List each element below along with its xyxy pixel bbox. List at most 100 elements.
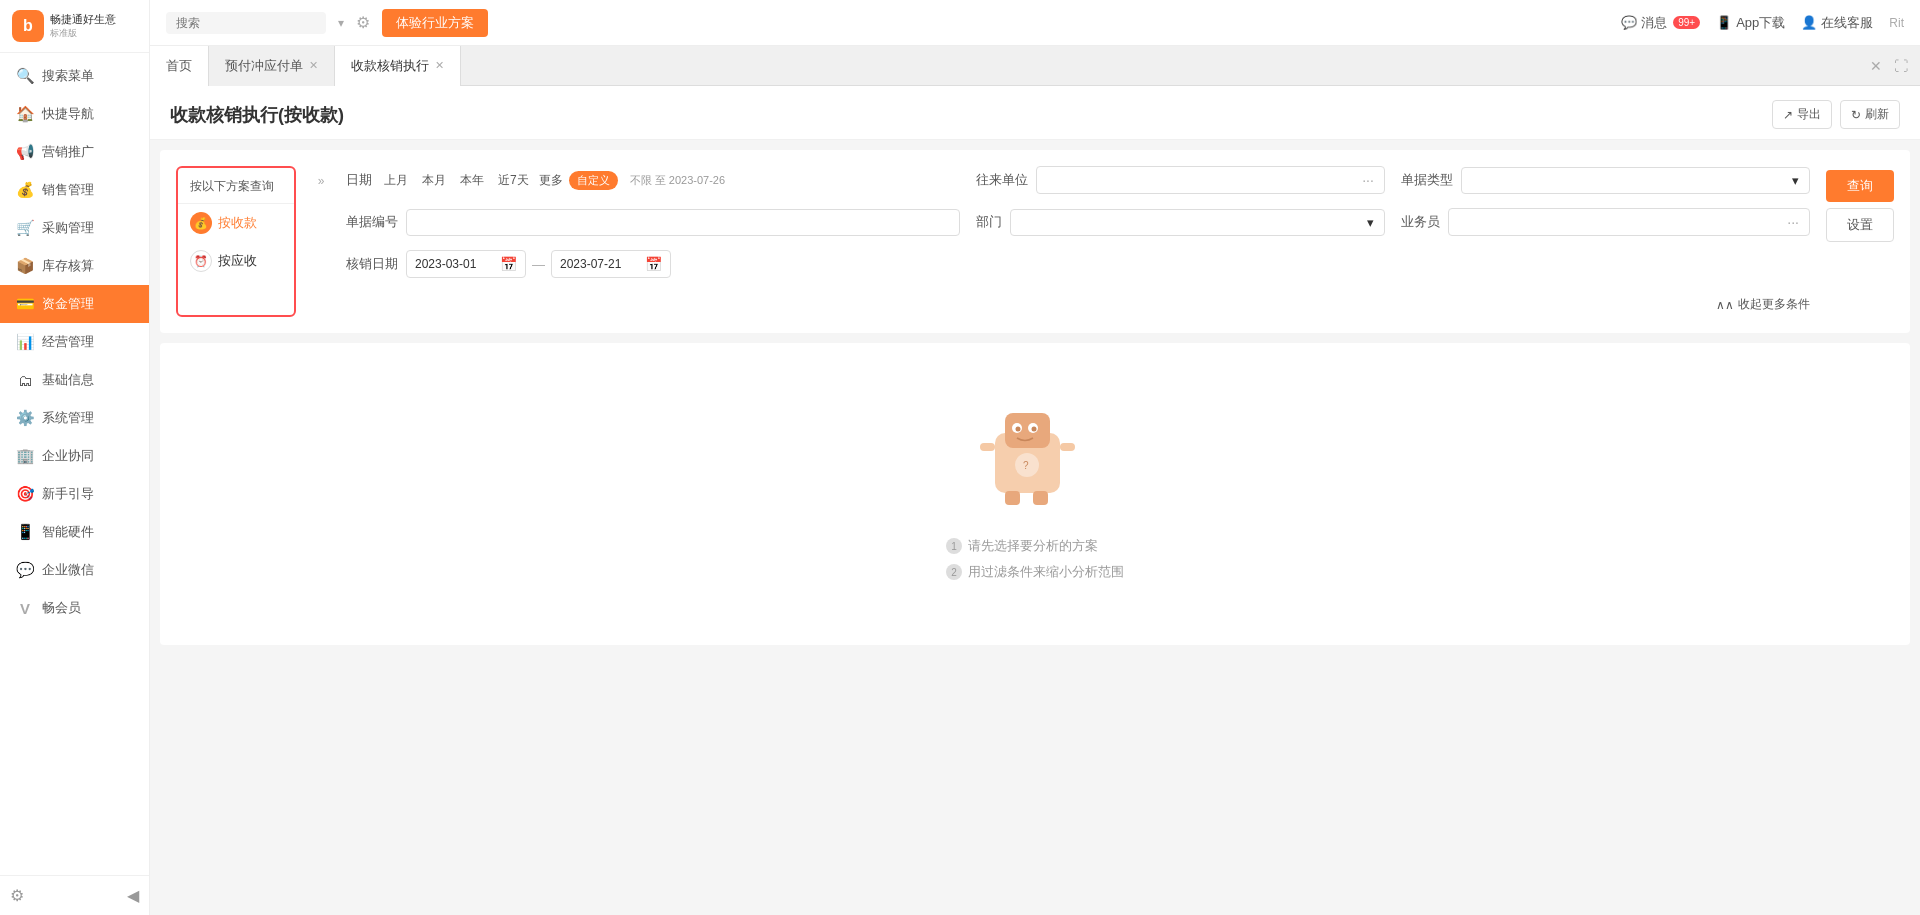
doc-type-select[interactable]: ▾ — [1461, 167, 1810, 194]
chevron-down-dept-icon: ▾ — [1367, 215, 1374, 230]
filter-sidebar-collapse[interactable]: » — [312, 174, 330, 188]
filter-option-by-receipt[interactable]: 💰 按收款 — [178, 204, 294, 242]
svg-rect-9 — [1033, 491, 1048, 505]
app-name: 畅捷通好生意 — [50, 12, 116, 26]
sidebar-settings-icon[interactable]: ⚙ — [10, 886, 24, 905]
search-input[interactable] — [166, 12, 326, 34]
basic-info-icon: 🗂 — [16, 372, 34, 389]
search-icon: 🔍 — [16, 67, 34, 85]
topbar-right: 💬 消息 99+ 📱 App下载 👤 在线客服 Rit — [1621, 14, 1904, 32]
counterpart-label: 往来单位 — [976, 171, 1028, 189]
employee-dots-icon[interactable]: ··· — [1787, 214, 1799, 230]
sidebar-nav: 🔍 搜索菜单 🏠 快捷导航 📢 营销推广 💰 销售管理 🛒 采购管理 📦 库存核… — [0, 53, 149, 875]
sidebar-item-operation[interactable]: 📊 经营管理 — [0, 323, 149, 361]
logo-icon: b — [12, 10, 44, 42]
message-badge: 99+ — [1673, 16, 1700, 29]
sidebar-collapse-icon[interactable]: ◀ — [127, 886, 139, 905]
sidebar-item-guide[interactable]: 🎯 新手引导 — [0, 475, 149, 513]
empty-illustration: ? — [975, 403, 1095, 513]
receipt-option-icon: 💰 — [190, 212, 212, 234]
sidebar-item-inventory[interactable]: 📦 库存核算 — [0, 247, 149, 285]
dept-select[interactable]: ▾ — [1010, 209, 1385, 236]
setting-button[interactable]: 设置 — [1826, 208, 1894, 242]
sidebar-item-enterprise[interactable]: 🏢 企业协同 — [0, 437, 149, 475]
sidebar-item-system[interactable]: ⚙️ 系统管理 — [0, 399, 149, 437]
date-custom-badge[interactable]: 自定义 — [569, 171, 618, 190]
filter-option-by-receivable[interactable]: ⏰ 按应收 — [178, 242, 294, 280]
verify-date-start[interactable]: 2023-03-01 📅 — [406, 250, 526, 278]
sidebar-item-marketing[interactable]: 📢 营销推广 — [0, 133, 149, 171]
user-name[interactable]: Rit — [1889, 16, 1904, 30]
enterprise-icon: 🏢 — [16, 447, 34, 465]
step-2-number: 2 — [946, 564, 962, 580]
tab-receipt-verify[interactable]: 收款核销执行 ✕ — [335, 46, 461, 86]
chevron-down-icon[interactable]: ▾ — [338, 16, 344, 30]
operation-icon: 📊 — [16, 333, 34, 351]
chevron-down-icon: ▾ — [1792, 173, 1799, 188]
query-button[interactable]: 查询 — [1826, 170, 1894, 202]
hardware-icon: 📱 — [16, 523, 34, 541]
doc-no-input[interactable] — [406, 209, 960, 236]
date-shortcut-this-month[interactable]: 本月 — [418, 170, 450, 191]
solution-button[interactable]: 体验行业方案 — [382, 9, 488, 37]
svg-rect-1 — [1005, 413, 1050, 448]
counterpart-input[interactable]: ··· — [1036, 166, 1385, 194]
svg-rect-7 — [1060, 443, 1075, 451]
employee-label: 业务员 — [1401, 213, 1440, 231]
empty-steps: 1 请先选择要分析的方案 2 用过滤条件来缩小分析范围 — [946, 533, 1124, 585]
sidebar-item-sales[interactable]: 💰 销售管理 — [0, 171, 149, 209]
purchase-icon: 🛒 — [16, 219, 34, 237]
verify-date-end[interactable]: 2023-07-21 📅 — [551, 250, 671, 278]
content-area: 收款核销执行(按收款) ↗ 导出 ↻ 刷新 按以下方案查询 💰 按收款 — [150, 86, 1920, 915]
sidebar-item-quick-nav[interactable]: 🏠 快捷导航 — [0, 95, 149, 133]
sidebar-item-wechat[interactable]: 💬 企业微信 — [0, 551, 149, 589]
receivable-option-icon: ⏰ — [190, 250, 212, 272]
online-service-button[interactable]: 👤 在线客服 — [1801, 14, 1873, 32]
doc-type-label: 单据类型 — [1401, 171, 1453, 189]
svg-point-4 — [1016, 427, 1021, 432]
system-icon: ⚙️ — [16, 409, 34, 427]
filter-panel: 按以下方案查询 💰 按收款 ⏰ 按应收 » 日期 — [160, 150, 1910, 333]
sidebar-item-capital[interactable]: 💳 资金管理 — [0, 285, 149, 323]
sidebar-item-hardware[interactable]: 📱 智能硬件 — [0, 513, 149, 551]
app-icon: 📱 — [1716, 15, 1732, 30]
inventory-icon: 📦 — [16, 257, 34, 275]
date-shortcut-this-year[interactable]: 本年 — [456, 170, 488, 191]
date-shortcut-7days[interactable]: 近7天 — [494, 170, 533, 191]
employee-input[interactable]: ··· — [1448, 208, 1810, 236]
filter-form: 日期 上月 本月 本年 近7天 更多 自定义 不限 至 2023-07-26 — [346, 166, 1810, 317]
tab-receipt-verify-close[interactable]: ✕ — [435, 59, 444, 72]
refresh-icon: ↻ — [1851, 108, 1861, 122]
refresh-button[interactable]: ↻ 刷新 — [1840, 100, 1900, 129]
app-download-button[interactable]: 📱 App下载 — [1716, 14, 1785, 32]
tab-prepay-close[interactable]: ✕ — [309, 59, 318, 72]
collapse-more-btn[interactable]: ∧∧ 收起更多条件 — [346, 292, 1810, 317]
date-shortcut-more[interactable]: 更多 — [539, 172, 563, 189]
message-icon: 💬 — [1621, 15, 1637, 30]
message-button[interactable]: 💬 消息 99+ — [1621, 14, 1700, 32]
sidebar-bottom: ⚙ ◀ — [0, 875, 149, 915]
tab-home[interactable]: 首页 — [150, 46, 209, 86]
expand-icon[interactable]: ⛶ — [1890, 54, 1912, 78]
employee-field: 业务员 ··· — [1401, 208, 1810, 236]
step-1-text: 请先选择要分析的方案 — [968, 533, 1098, 559]
calendar-end-icon: 📅 — [645, 256, 662, 272]
sidebar-item-member[interactable]: V 畅会员 — [0, 589, 149, 627]
sales-icon: 💰 — [16, 181, 34, 199]
sidebar-item-basic-info[interactable]: 🗂 基础信息 — [0, 361, 149, 399]
page-header-actions: ↗ 导出 ↻ 刷新 — [1772, 100, 1900, 129]
export-button[interactable]: ↗ 导出 — [1772, 100, 1832, 129]
page-title: 收款核销执行(按收款) — [170, 103, 344, 127]
counterpart-dots-icon[interactable]: ··· — [1362, 172, 1374, 188]
home-icon: 🏠 — [16, 105, 34, 123]
tabbar-actions: ✕ ⛶ — [1866, 54, 1920, 78]
date-label: 日期 — [346, 171, 372, 189]
filter-row-3: 核销日期 2023-03-01 📅 — 2023-07-21 📅 — [346, 250, 1810, 278]
svg-point-5 — [1032, 427, 1037, 432]
sidebar-item-purchase[interactable]: 🛒 采购管理 — [0, 209, 149, 247]
close-tab-icon[interactable]: ✕ — [1866, 54, 1886, 78]
date-shortcut-last-month[interactable]: 上月 — [380, 170, 412, 191]
sidebar-item-search[interactable]: 🔍 搜索菜单 — [0, 57, 149, 95]
gear-icon[interactable]: ⚙ — [356, 13, 370, 32]
tab-prepay[interactable]: 预付冲应付单 ✕ — [209, 46, 335, 86]
